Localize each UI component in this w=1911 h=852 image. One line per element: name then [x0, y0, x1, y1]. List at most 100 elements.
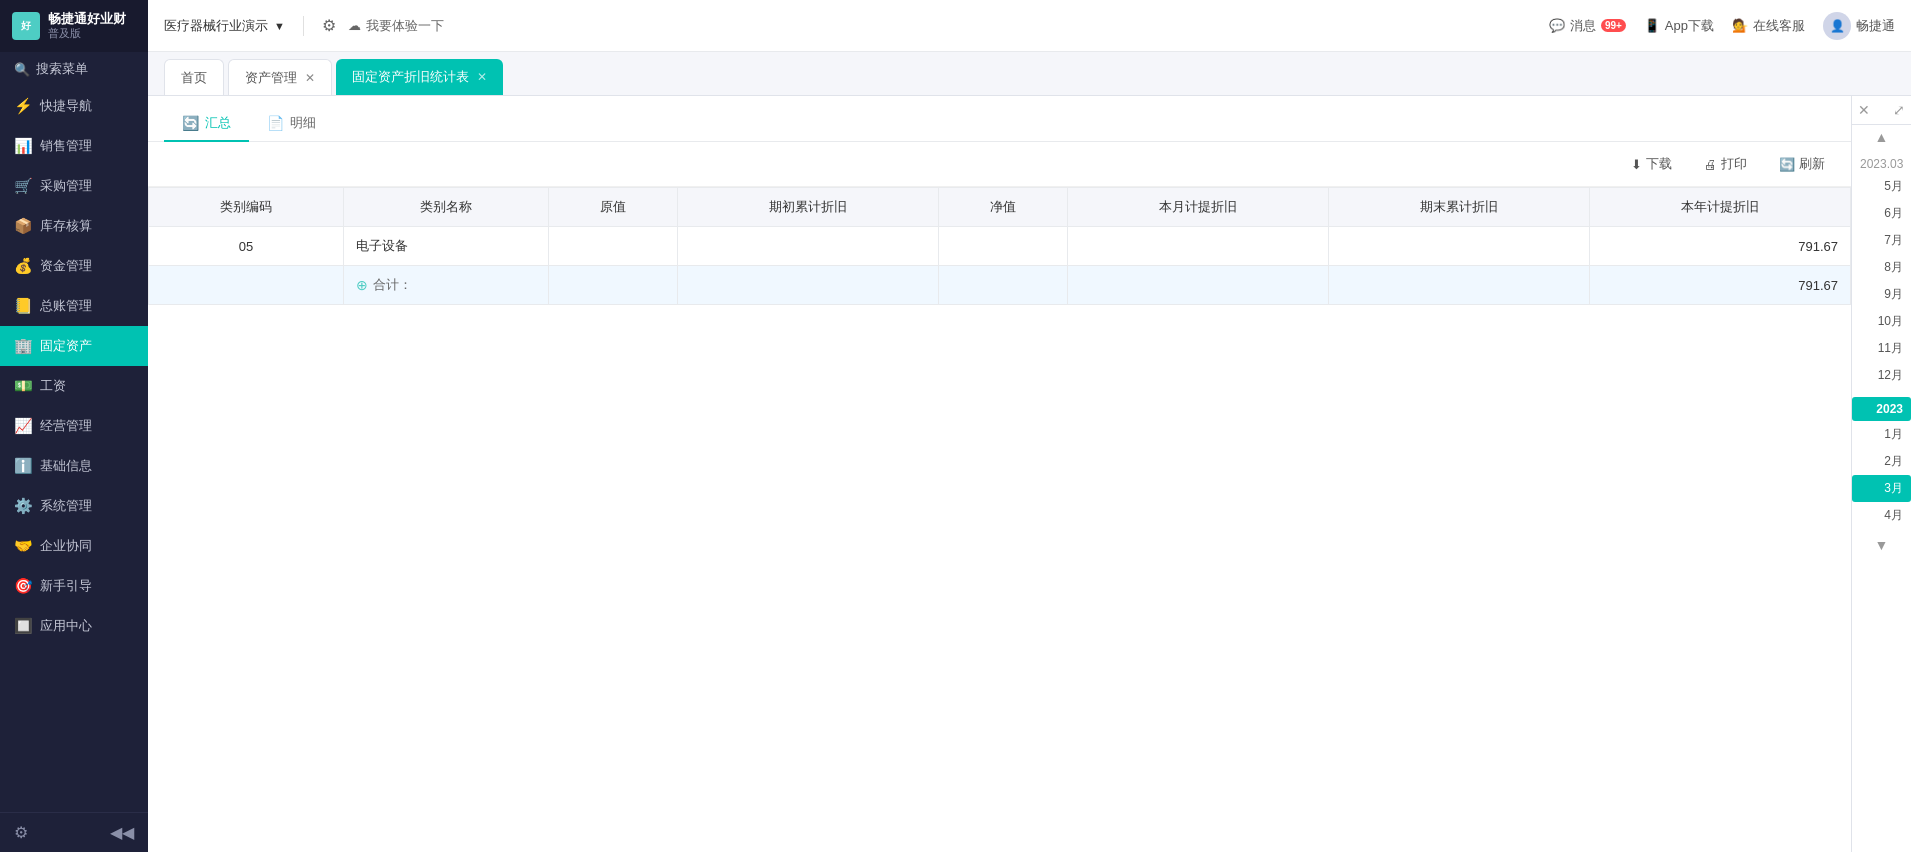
user-avatar: 👤	[1823, 12, 1851, 40]
date-panel-nav-up[interactable]: ▲	[1852, 125, 1911, 149]
home-tab-label: 首页	[181, 69, 207, 87]
sidebar-item-app-center[interactable]: 🔲 应用中心	[0, 606, 148, 646]
detail-tab-icon: 📄	[267, 115, 284, 131]
cell-original-value	[549, 227, 678, 266]
cell-monthly-dep	[1068, 227, 1329, 266]
sidebar-search-label: 搜索菜单	[36, 60, 88, 78]
sidebar-item-sales[interactable]: 📊 销售管理	[0, 126, 148, 166]
col-header-net-value: 净值	[939, 188, 1068, 227]
sidebar-item-ledger[interactable]: 📒 总账管理	[0, 286, 148, 326]
asset-mgmt-close-icon[interactable]: ✕	[305, 71, 315, 85]
chevron-down-icon: ▼	[274, 20, 285, 32]
tab-home[interactable]: 首页	[164, 59, 224, 95]
summary-tab-label: 汇总	[205, 114, 231, 132]
topbar-divider	[303, 16, 304, 36]
date-month-2023-4[interactable]: 4月	[1852, 502, 1911, 529]
tab-bar: 首页 资产管理 ✕ 固定资产折旧统计表 ✕	[148, 52, 1911, 96]
sidebar-item-system[interactable]: ⚙️ 系统管理	[0, 486, 148, 526]
user-avatar-icon: 👤	[1830, 19, 1845, 33]
sidebar-brand-edition: 普及版	[48, 26, 126, 41]
asset-mgmt-label: 资产管理	[245, 69, 297, 87]
summary-label-cell: ⊕ 合计：	[344, 266, 549, 305]
date-month-9[interactable]: 9月	[1852, 281, 1911, 308]
col-header-initial-accum: 期初累计折旧	[678, 188, 939, 227]
sidebar-item-label: 应用中心	[40, 617, 92, 635]
date-panel: ✕ ⤢ ▲ 2023.03 5月 6月 7月 8月 9月 10月 11月 12月…	[1851, 96, 1911, 852]
date-panel-header: ✕ ⤢	[1852, 96, 1911, 125]
ledger-icon: 📒	[14, 297, 32, 315]
table-row[interactable]: 05 电子设备 791.67	[149, 227, 1851, 266]
col-header-annual-dep: 本年计提折旧	[1590, 188, 1851, 227]
sub-tab-detail[interactable]: 📄 明细	[249, 106, 334, 142]
sidebar-item-label: 销售管理	[40, 137, 92, 155]
date-year-marker-2023[interactable]: 2023	[1852, 397, 1911, 421]
settings-footer-icon[interactable]: ⚙	[14, 823, 28, 842]
summary-row: ⊕ 合计： 791.67	[149, 266, 1851, 305]
sidebar-item-funds[interactable]: 💰 资金管理	[0, 246, 148, 286]
sub-tabs: 🔄 汇总 📄 明细	[148, 96, 1851, 142]
guide-icon: 🎯	[14, 577, 32, 595]
summary-monthly-dep	[1068, 266, 1329, 305]
tab-asset-mgmt[interactable]: 资产管理 ✕	[228, 59, 332, 95]
sidebar-brand: 畅捷通好业财 普及版	[48, 11, 126, 42]
sidebar-item-quick-nav[interactable]: ⚡ 快捷导航	[0, 86, 148, 126]
user-menu[interactable]: 👤 畅捷通	[1823, 12, 1895, 40]
date-month-2023-3[interactable]: 3月	[1852, 475, 1911, 502]
funds-icon: 💰	[14, 257, 32, 275]
summary-expand-icon: ⊕	[356, 277, 368, 293]
sidebar-item-operations[interactable]: 📈 经营管理	[0, 406, 148, 446]
sub-tab-summary[interactable]: 🔄 汇总	[164, 106, 249, 142]
experience-button[interactable]: ☁ 我要体验一下	[348, 17, 444, 35]
message-icon: 💬	[1549, 18, 1565, 33]
sidebar-item-enterprise[interactable]: 🤝 企业协同	[0, 526, 148, 566]
sidebar-item-label: 资金管理	[40, 257, 92, 275]
download-button[interactable]: ⬇ 下载	[1621, 150, 1682, 178]
sidebar-item-label: 工资	[40, 377, 66, 395]
message-badge: 99+	[1601, 19, 1626, 32]
date-month-11[interactable]: 11月	[1852, 335, 1911, 362]
sidebar-item-payroll[interactable]: 💵 工资	[0, 366, 148, 406]
summary-original-value	[549, 266, 678, 305]
detail-tab-label: 明细	[290, 114, 316, 132]
collapse-icon[interactable]: ◀◀	[110, 823, 134, 842]
topbar: 医疗器械行业演示 ▼ ⚙ ☁ 我要体验一下 💬 消息 99+ 📱 App下载 💁…	[148, 0, 1911, 52]
date-month-2023-1[interactable]: 1月	[1852, 421, 1911, 448]
sidebar-item-basic-info[interactable]: ℹ️ 基础信息	[0, 446, 148, 486]
col-header-name: 类别名称	[344, 188, 549, 227]
download-icon: ⬇	[1631, 157, 1642, 172]
date-panel-expand-icon[interactable]: ⤢	[1893, 102, 1905, 118]
online-service-button[interactable]: 💁 在线客服	[1732, 17, 1805, 35]
payroll-icon: 💵	[14, 377, 32, 395]
company-selector[interactable]: 医疗器械行业演示 ▼	[164, 17, 285, 35]
sidebar-item-inventory[interactable]: 📦 库存核算	[0, 206, 148, 246]
date-year-2023-label: 2023.03	[1852, 153, 1911, 173]
app-download-button[interactable]: 📱 App下载	[1644, 17, 1714, 35]
topbar-settings-icon[interactable]: ⚙	[322, 16, 336, 35]
message-button[interactable]: 💬 消息 99+	[1549, 17, 1626, 35]
depreciation-report-close-icon[interactable]: ✕	[477, 70, 487, 84]
app-center-icon: 🔲	[14, 617, 32, 635]
sidebar-search-item[interactable]: 🔍 搜索菜单	[0, 52, 148, 86]
date-month-2023-2[interactable]: 2月	[1852, 448, 1911, 475]
sidebar-item-fixed-assets[interactable]: 🏢 固定资产	[0, 326, 148, 366]
app-download-label: App下载	[1665, 17, 1714, 35]
cell-net-value	[939, 227, 1068, 266]
date-panel-close-icon[interactable]: ✕	[1858, 102, 1870, 118]
summary-initial-accum	[678, 266, 939, 305]
mobile-icon: 📱	[1644, 18, 1660, 33]
sidebar-item-purchase[interactable]: 🛒 采购管理	[0, 166, 148, 206]
refresh-button[interactable]: 🔄 刷新	[1769, 150, 1835, 178]
date-panel-nav-down[interactable]: ▼	[1852, 533, 1911, 557]
depreciation-table: 类别编码 类别名称 原值 期初累计折旧 净值 本月计提折旧 期末累计折旧 本年计…	[148, 187, 1851, 305]
sidebar-item-guide[interactable]: 🎯 新手引导	[0, 566, 148, 606]
date-month-6[interactable]: 6月	[1852, 200, 1911, 227]
date-month-8[interactable]: 8月	[1852, 254, 1911, 281]
date-month-7[interactable]: 7月	[1852, 227, 1911, 254]
sales-icon: 📊	[14, 137, 32, 155]
date-month-12[interactable]: 12月	[1852, 362, 1911, 389]
experience-label: 我要体验一下	[366, 17, 444, 35]
tab-depreciation-report[interactable]: 固定资产折旧统计表 ✕	[336, 59, 503, 95]
date-month-5[interactable]: 5月	[1852, 173, 1911, 200]
print-button[interactable]: 🖨 打印	[1694, 150, 1757, 178]
date-month-10[interactable]: 10月	[1852, 308, 1911, 335]
